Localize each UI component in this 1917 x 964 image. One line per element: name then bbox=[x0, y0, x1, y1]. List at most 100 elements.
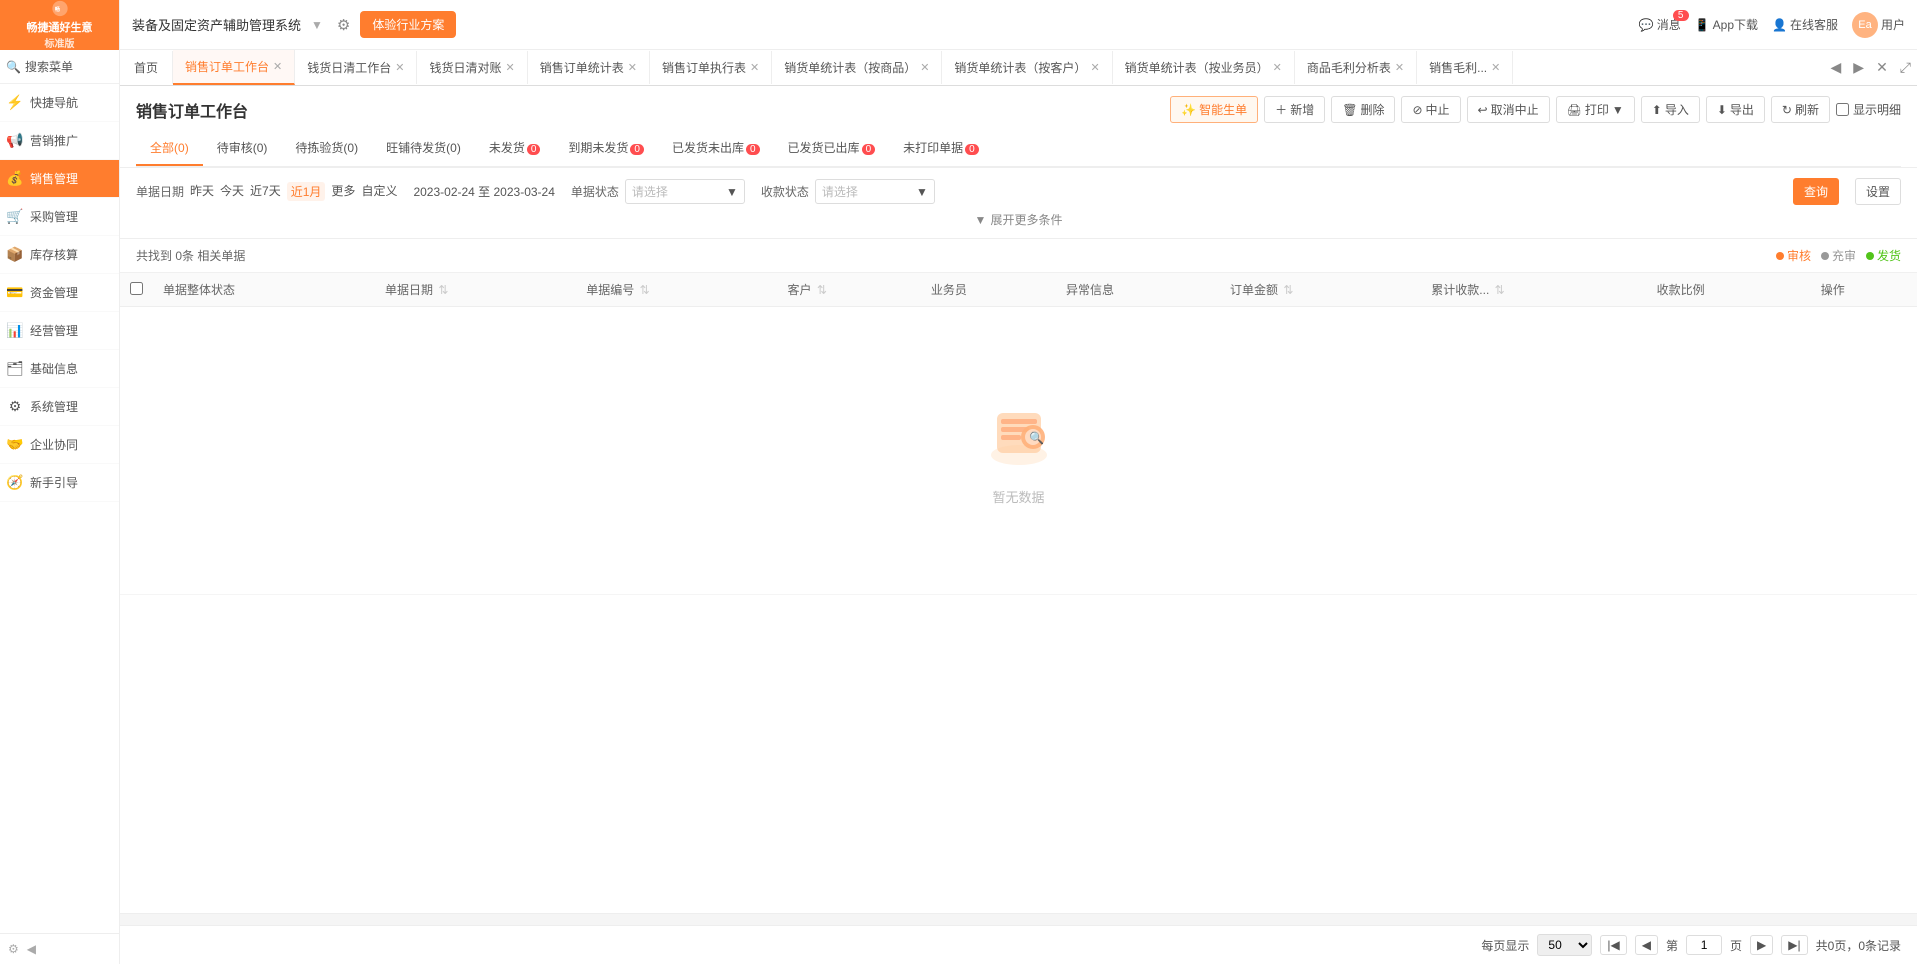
app-download-btn[interactable]: 📱 App下载 bbox=[1695, 16, 1758, 33]
logo-sub: 标准版 bbox=[45, 35, 75, 50]
close-tab-5[interactable]: ✕ bbox=[750, 61, 759, 74]
close-tab-7[interactable]: ✕ bbox=[1090, 61, 1099, 74]
industry-btn[interactable]: 体验行业方案 bbox=[360, 11, 456, 38]
status-tab-shipped-not-out[interactable]: 已发货未出库0 bbox=[658, 131, 774, 166]
topbar-title: 装备及固定资产辅助管理系统 bbox=[132, 15, 301, 34]
status-tab-not-shipped[interactable]: 未发货0 bbox=[475, 131, 555, 166]
smart-create-btn[interactable]: ✨ 智能生单 bbox=[1170, 96, 1258, 123]
select-all-checkbox[interactable] bbox=[130, 282, 143, 295]
cancel-stop-btn[interactable]: ↩ 取消中止 bbox=[1467, 96, 1550, 123]
page-last-btn[interactable]: ▶| bbox=[1781, 935, 1807, 955]
close-tab-6[interactable]: ✕ bbox=[920, 61, 929, 74]
add-btn[interactable]: ＋ 新增 bbox=[1264, 96, 1325, 123]
status-tab-all[interactable]: 全部(0) bbox=[136, 131, 203, 166]
tab-sales-profit[interactable]: 销售毛利... ✕ bbox=[1417, 51, 1513, 84]
tab-home[interactable]: 首页 bbox=[120, 51, 173, 84]
import-btn[interactable]: ⬆ 导入 bbox=[1641, 96, 1700, 123]
shortcut-more[interactable]: 更多 bbox=[331, 182, 355, 201]
delete-btn[interactable]: 🗑 删除 bbox=[1331, 96, 1395, 123]
page-next-btn[interactable]: ▶ bbox=[1750, 935, 1773, 955]
sidebar-item-system[interactable]: ⚙ 系统管理 bbox=[0, 388, 119, 426]
close-tab-3[interactable]: ✕ bbox=[506, 61, 515, 74]
audit-action[interactable]: 审核 bbox=[1776, 247, 1811, 264]
online-service-btn[interactable]: 👤 在线客服 bbox=[1772, 16, 1838, 33]
select-arrow-icon: ▼ bbox=[726, 185, 738, 199]
sidebar-item-inventory[interactable]: 📦 库存核算 bbox=[0, 236, 119, 274]
expand-filter-btn[interactable]: ▼ 展开更多条件 bbox=[136, 211, 1901, 228]
status-tab-pending-audit[interactable]: 待审核(0) bbox=[203, 131, 282, 166]
tab-maximize[interactable]: ⤢ bbox=[1894, 55, 1917, 80]
close-tab-1[interactable]: ✕ bbox=[273, 60, 282, 73]
th-select-all[interactable] bbox=[120, 273, 153, 307]
sidebar-item-purchase[interactable]: 🛒 采购管理 bbox=[0, 198, 119, 236]
per-page-select[interactable]: 50 100 200 bbox=[1537, 934, 1592, 956]
message-btn[interactable]: 💬 消息 5 bbox=[1639, 16, 1681, 33]
th-collected[interactable]: 累计收款... ⇅ bbox=[1421, 273, 1646, 307]
status-tab-expired-not-shipped[interactable]: 到期未发货0 bbox=[554, 131, 658, 166]
date-label: 单据日期 bbox=[136, 183, 184, 200]
sidebar-item-operations[interactable]: 📊 经营管理 bbox=[0, 312, 119, 350]
close-tab-4[interactable]: ✕ bbox=[628, 61, 637, 74]
query-btn[interactable]: 查询 bbox=[1793, 178, 1839, 205]
sidebar-item-quick-nav[interactable]: ⚡ 快捷导航 bbox=[0, 84, 119, 122]
ship-action[interactable]: 发货 bbox=[1866, 247, 1901, 264]
settings-bottom-icon[interactable]: ⚙ bbox=[8, 942, 19, 956]
tab-close-all[interactable]: ✕ bbox=[1870, 55, 1894, 80]
settings-filter-btn[interactable]: 设置 bbox=[1855, 178, 1901, 205]
date-range-text: 2023-02-24 至 2023-03-24 bbox=[413, 183, 554, 200]
th-number[interactable]: 单据编号 ⇅ bbox=[576, 273, 777, 307]
collapse-icon[interactable]: ◀ bbox=[27, 942, 36, 956]
th-amount[interactable]: 订单金额 ⇅ bbox=[1220, 273, 1421, 307]
tab-nav-prev[interactable]: ◀ bbox=[1825, 55, 1848, 80]
tab-sales-staff[interactable]: 销货单统计表（按业务员） ✕ bbox=[1113, 51, 1295, 84]
sidebar-item-marketing[interactable]: 📢 营销推广 bbox=[0, 122, 119, 160]
tab-sales-customer[interactable]: 销货单统计表（按客户） ✕ bbox=[942, 51, 1112, 84]
page-prev-btn[interactable]: ◀ bbox=[1635, 935, 1658, 955]
shortcut-yesterday[interactable]: 昨天 bbox=[190, 182, 214, 201]
shortcut-custom[interactable]: 自定义 bbox=[361, 182, 397, 201]
stop-btn[interactable]: ⊘ 中止 bbox=[1401, 96, 1460, 123]
close-tab-9[interactable]: ✕ bbox=[1395, 61, 1404, 74]
sidebar-item-basic-info[interactable]: 🗂 基础信息 bbox=[0, 350, 119, 388]
close-tab-8[interactable]: ✕ bbox=[1273, 61, 1282, 74]
tab-sales-exec[interactable]: 销售订单执行表 ✕ bbox=[650, 51, 772, 84]
th-customer[interactable]: 客户 ⇅ bbox=[777, 273, 920, 307]
revoke-action[interactable]: 充审 bbox=[1821, 247, 1856, 264]
sidebar-item-guide[interactable]: 🧭 新手引导 bbox=[0, 464, 119, 502]
shortcut-today[interactable]: 今天 bbox=[220, 182, 244, 201]
scrollbar[interactable] bbox=[120, 913, 1917, 925]
doc-status-select[interactable]: 请选择 ▼ bbox=[625, 179, 745, 204]
shortcut-1month[interactable]: 近1月 bbox=[287, 182, 326, 201]
sidebar-item-sales[interactable]: 💰 销售管理 bbox=[0, 160, 119, 198]
tab-nav-next[interactable]: ▶ bbox=[1847, 55, 1870, 80]
show-detail-checkbox[interactable] bbox=[1836, 103, 1849, 116]
close-tab-10[interactable]: ✕ bbox=[1491, 61, 1500, 74]
sidebar-item-enterprise[interactable]: 🤝 企业协同 bbox=[0, 426, 119, 464]
audit-dot bbox=[1776, 252, 1784, 260]
tab-daily-reconcile[interactable]: 钱货日清对账 ✕ bbox=[417, 51, 527, 84]
sidebar-item-finance[interactable]: 💳 资金管理 bbox=[0, 274, 119, 312]
th-date[interactable]: 单据日期 ⇅ bbox=[375, 273, 576, 307]
tab-sales-order-workbench[interactable]: 销售订单工作台 ✕ bbox=[173, 50, 295, 85]
refresh-btn[interactable]: ↻ 刷新 bbox=[1771, 96, 1830, 123]
tab-sales-product[interactable]: 销货单统计表（按商品） ✕ bbox=[772, 51, 942, 84]
payment-status-select[interactable]: 请选择 ▼ bbox=[815, 179, 935, 204]
shortcut-7days[interactable]: 近7天 bbox=[250, 182, 281, 201]
print-btn[interactable]: 🖨 打印 ▼ bbox=[1556, 96, 1635, 123]
tab-daily-clear[interactable]: 钱货日清工作台 ✕ bbox=[295, 51, 417, 84]
export-btn[interactable]: ⬇ 导出 bbox=[1706, 96, 1765, 123]
dropdown-arrow-icon[interactable]: ▼ bbox=[311, 18, 323, 32]
settings-icon[interactable]: ⚙ bbox=[337, 16, 350, 34]
tab-gross-margin[interactable]: 商品毛利分析表 ✕ bbox=[1295, 51, 1417, 84]
status-tab-pending-pick[interactable]: 待拣验货(0) bbox=[281, 131, 372, 166]
status-tab-shipped-out[interactable]: 已发货已出库0 bbox=[774, 131, 890, 166]
page-input[interactable] bbox=[1686, 935, 1722, 955]
user-menu-btn[interactable]: Ea 用户 bbox=[1852, 12, 1905, 38]
sidebar-search[interactable]: 🔍 搜索菜单 bbox=[0, 50, 119, 84]
close-tab-2[interactable]: ✕ bbox=[395, 61, 404, 74]
tab-sales-stats[interactable]: 销售订单统计表 ✕ bbox=[528, 51, 650, 84]
show-detail-toggle[interactable]: 显示明细 bbox=[1836, 101, 1901, 118]
status-tab-wangpu[interactable]: 旺铺待发货(0) bbox=[372, 131, 475, 166]
status-tab-not-printed[interactable]: 未打印单据0 bbox=[889, 131, 993, 166]
page-first-btn[interactable]: |◀ bbox=[1600, 935, 1626, 955]
